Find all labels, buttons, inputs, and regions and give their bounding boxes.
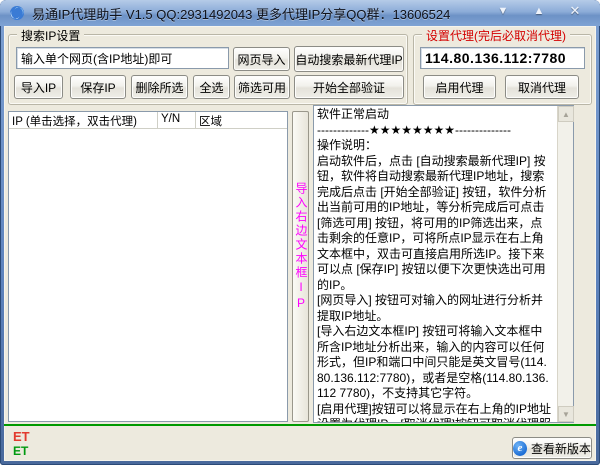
- web-import-button[interactable]: 网页导入: [233, 47, 290, 71]
- client-area: 搜索IP设置 网页导入 自动搜索最新代理IP 导入IP 保存IP 删除所选 全选…: [4, 26, 596, 461]
- ip-list[interactable]: IP (单击选择，双击代理) Y/N 区域: [8, 111, 288, 422]
- filter-usable-button[interactable]: 筛选可用: [234, 75, 290, 99]
- header-cell-ip[interactable]: IP (单击选择，双击代理): [9, 112, 158, 128]
- header-cell-yn[interactable]: Y/N: [158, 112, 196, 128]
- check-new-version-button[interactable]: e 查看新版本: [512, 437, 592, 459]
- proxy-ip-input[interactable]: [420, 47, 585, 69]
- info-text: 软件正常启动 -------------★★★★★★★★------------…: [317, 107, 552, 422]
- start-verify-button[interactable]: 开始全部验证: [294, 75, 404, 99]
- status-line-1: ET: [13, 429, 30, 444]
- delete-selected-button[interactable]: 删除所选: [131, 75, 188, 99]
- ie-icon: e: [513, 440, 527, 456]
- import-textbox-ip-button[interactable]: 导入右边文本框IP: [292, 111, 309, 422]
- url-input[interactable]: [16, 47, 229, 69]
- auto-search-button[interactable]: 自动搜索最新代理IP: [294, 46, 404, 72]
- scroll-down-icon[interactable]: ▼: [558, 406, 574, 422]
- minimize-button[interactable]: ▼: [492, 3, 514, 19]
- ip-list-body[interactable]: [9, 129, 287, 421]
- title-bar[interactable]: 易通IP代理助手 V1.5 QQ:2931492043 更多代理IP分享QQ群：…: [0, 0, 600, 26]
- maximize-button[interactable]: ▲: [528, 3, 550, 19]
- app-window: 易通IP代理助手 V1.5 QQ:2931492043 更多代理IP分享QQ群：…: [0, 0, 600, 465]
- search-group-label: 搜索IP设置: [17, 27, 85, 44]
- import-ip-button[interactable]: 导入IP: [14, 75, 63, 99]
- status-divider: [4, 424, 596, 426]
- app-icon: [10, 6, 24, 20]
- check-new-version-label: 查看新版本: [530, 441, 591, 456]
- save-ip-button[interactable]: 保存IP: [70, 75, 126, 99]
- select-all-button[interactable]: 全选: [193, 75, 230, 99]
- status-line-2: ET: [13, 444, 29, 458]
- window-title: 易通IP代理助手 V1.5 QQ:2931492043 更多代理IP分享QQ群：…: [32, 6, 451, 22]
- scroll-up-icon[interactable]: ▲: [558, 106, 574, 122]
- info-scrollbar[interactable]: ▲ ▼: [557, 106, 574, 422]
- cancel-proxy-button[interactable]: 取消代理: [505, 75, 579, 99]
- ip-list-header: IP (单击选择，双击代理) Y/N 区域: [9, 112, 287, 129]
- close-button[interactable]: ✕: [564, 3, 586, 19]
- import-textbox-ip-label: 导入右边文本框IP: [294, 181, 308, 312]
- proxy-group-label: 设置代理(完后必取消代理): [422, 27, 570, 44]
- enable-proxy-button[interactable]: 启用代理: [423, 75, 496, 99]
- info-panel[interactable]: 软件正常启动 -------------★★★★★★★★------------…: [313, 105, 574, 423]
- header-cell-region[interactable]: 区域: [196, 112, 287, 128]
